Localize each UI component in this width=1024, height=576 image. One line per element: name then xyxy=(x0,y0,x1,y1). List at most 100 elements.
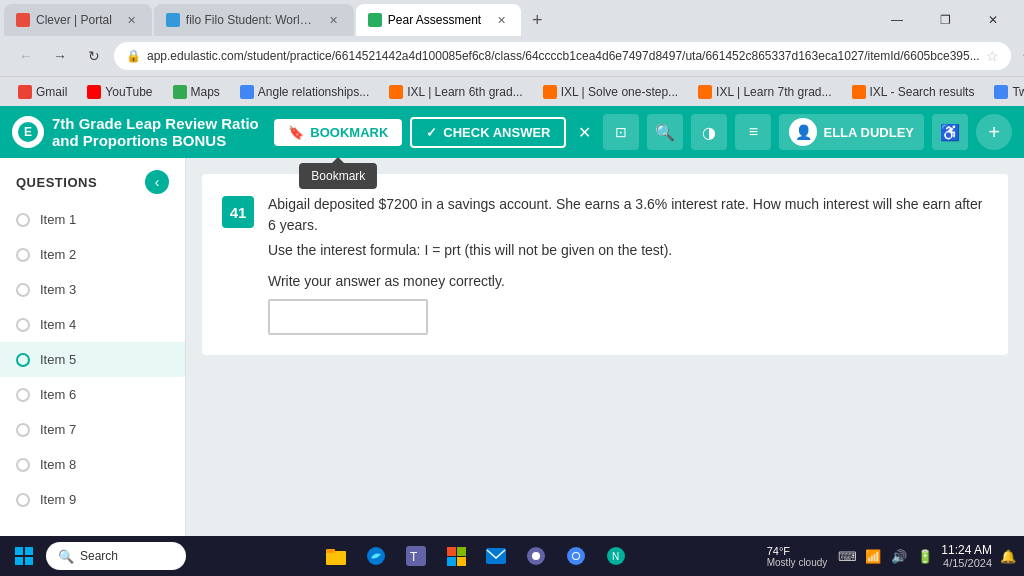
tab-clever[interactable]: Clever | Portal ✕ xyxy=(4,4,152,36)
question-formula-text: Use the interest formula: I = prt (this … xyxy=(268,240,988,261)
ixl4-favicon xyxy=(852,85,866,99)
clever-favicon xyxy=(16,13,30,27)
question-card: 41 Abigail deposited $7200 in a savings … xyxy=(202,174,1008,355)
bookmark-gmail[interactable]: Gmail xyxy=(12,83,73,101)
menu-icon-btn[interactable]: ≡ xyxy=(735,114,771,150)
svg-rect-13 xyxy=(486,548,506,564)
taskbar-app-edge[interactable] xyxy=(358,538,394,574)
sidebar-item-2[interactable]: Item 2 xyxy=(0,237,185,272)
url-bar[interactable]: 🔒 app.edulastic.com/student/practice/661… xyxy=(114,42,1011,70)
bookmark-two-step[interactable]: Two-step equations... xyxy=(988,83,1024,101)
sidebar-item-9-label: Item 9 xyxy=(40,492,76,507)
tab-clever-label: Clever | Portal xyxy=(36,13,112,27)
new-tab-button[interactable]: + xyxy=(523,6,551,34)
sidebar-item-6[interactable]: Item 6 xyxy=(0,377,185,412)
filo-favicon xyxy=(166,13,180,27)
bookmark-star-icon[interactable]: ☆ xyxy=(986,48,999,64)
tab-filo[interactable]: filo Filo Student: World's Only Live... … xyxy=(154,4,354,36)
sidebar-toggle-button[interactable]: ‹ xyxy=(145,170,169,194)
sidebar-item-7-label: Item 7 xyxy=(40,422,76,437)
sidebar-item-1-label: Item 1 xyxy=(40,212,76,227)
taskbar-app-mail[interactable] xyxy=(478,538,514,574)
expand-icon-btn[interactable]: ⊡ xyxy=(603,114,639,150)
taskbar-app-unknown[interactable]: N xyxy=(598,538,634,574)
radio-item-6 xyxy=(16,388,30,402)
sidebar-item-9[interactable]: Item 9 xyxy=(0,482,185,517)
accessibility-icon-btn[interactable]: ♿ xyxy=(932,114,968,150)
tray-time: 11:24 AM xyxy=(941,543,992,557)
ixl2-favicon xyxy=(543,85,557,99)
taskbar-app-cortana[interactable] xyxy=(518,538,554,574)
tab-pear[interactable]: Pear Assessment ✕ xyxy=(356,4,521,36)
ixl2-label: IXL | Solve one-step... xyxy=(561,85,678,99)
sidebar-item-4[interactable]: Item 4 xyxy=(0,307,185,342)
sidebar-item-1[interactable]: Item 1 xyxy=(0,202,185,237)
bookmark-ixl1[interactable]: IXL | Learn 6th grad... xyxy=(383,83,528,101)
ixl1-favicon xyxy=(389,85,403,99)
tray-sound-icon[interactable]: 🔊 xyxy=(889,546,909,566)
taskbar-app-file-explorer[interactable] xyxy=(318,538,354,574)
close-button[interactable]: ✕ xyxy=(970,4,1016,36)
user-area[interactable]: 👤 ELLA DUDLEY xyxy=(779,114,924,150)
bookmarks-bar: Gmail YouTube Maps Angle relationships..… xyxy=(0,76,1024,106)
contrast-icon-btn[interactable]: ◑ xyxy=(691,114,727,150)
taskbar-app-chrome[interactable] xyxy=(558,538,594,574)
sidebar-item-8[interactable]: Item 8 xyxy=(0,447,185,482)
svg-rect-3 xyxy=(25,557,33,565)
twostep-favicon xyxy=(994,85,1008,99)
taskbar-tray: 74°F Mostly cloudy ⌨ 📶 🔊 🔋 11:24 AM 4/15… xyxy=(767,543,1018,569)
sidebar-item-3[interactable]: Item 3 xyxy=(0,272,185,307)
bookmark-button[interactable]: 🔖 BOOKMARK xyxy=(274,119,402,146)
radio-item-2 xyxy=(16,248,30,262)
bookmark-icon: 🔖 xyxy=(288,125,304,140)
browser-chrome: Clever | Portal ✕ filo Filo Student: Wor… xyxy=(0,0,1024,106)
bookmark-ixl4[interactable]: IXL - Search results xyxy=(846,83,981,101)
check-answer-button[interactable]: ✓ CHECK ANSWER xyxy=(410,117,566,148)
angle-favicon xyxy=(240,85,254,99)
tray-clock[interactable]: 11:24 AM 4/15/2024 xyxy=(941,543,992,569)
tray-network-icon[interactable]: 📶 xyxy=(863,546,883,566)
bookmark-maps[interactable]: Maps xyxy=(167,83,226,101)
weather-desc: Mostly cloudy xyxy=(767,557,828,568)
plus-button[interactable]: + xyxy=(976,114,1012,150)
tray-notification-icon[interactable]: 🔔 xyxy=(998,546,1018,566)
refresh-button[interactable]: ↻ xyxy=(80,42,108,70)
svg-text:N: N xyxy=(612,551,619,562)
search-icon-btn[interactable]: 🔍 xyxy=(647,114,683,150)
user-avatar: 👤 xyxy=(789,118,817,146)
start-button[interactable] xyxy=(6,538,42,574)
radio-item-5 xyxy=(16,353,30,367)
tray-keyboard-icon[interactable]: ⌨ xyxy=(837,546,857,566)
question-main-text: Abigail deposited $7200 in a savings acc… xyxy=(268,194,988,236)
app-logo-inner: E xyxy=(18,122,38,142)
back-button[interactable]: ← xyxy=(12,42,40,70)
url-text: app.edulastic.com/student/practice/66145… xyxy=(147,49,980,63)
bookmark-angle[interactable]: Angle relationships... xyxy=(234,83,375,101)
maximize-button[interactable]: ❐ xyxy=(922,4,968,36)
taskbar-search[interactable]: 🔍 Search xyxy=(46,542,186,570)
tab-filo-close[interactable]: ✕ xyxy=(326,12,342,28)
tab-pear-close[interactable]: ✕ xyxy=(493,12,509,28)
radio-item-8 xyxy=(16,458,30,472)
forward-button[interactable]: → xyxy=(46,42,74,70)
youtube-label: YouTube xyxy=(105,85,152,99)
extensions-button[interactable]: 🧩 xyxy=(1017,42,1024,70)
svg-text:T: T xyxy=(410,550,418,564)
taskbar-app-store[interactable] xyxy=(438,538,474,574)
svg-rect-4 xyxy=(326,551,346,565)
sidebar-item-7[interactable]: Item 7 xyxy=(0,412,185,447)
sidebar-item-5[interactable]: Item 5 xyxy=(0,342,185,377)
tray-battery-icon[interactable]: 🔋 xyxy=(915,546,935,566)
radio-item-7 xyxy=(16,423,30,437)
close-x-button[interactable]: ✕ xyxy=(574,119,595,146)
tab-clever-close[interactable]: ✕ xyxy=(124,12,140,28)
answer-input[interactable] xyxy=(268,299,428,335)
bookmark-youtube[interactable]: YouTube xyxy=(81,83,158,101)
taskbar-app-teams[interactable]: T xyxy=(398,538,434,574)
minimize-button[interactable]: — xyxy=(874,4,920,36)
bookmark-ixl3[interactable]: IXL | Learn 7th grad... xyxy=(692,83,837,101)
svg-rect-5 xyxy=(326,549,335,553)
bookmark-tooltip: Bookmark xyxy=(299,163,377,189)
bookmark-ixl2[interactable]: IXL | Solve one-step... xyxy=(537,83,684,101)
taskbar-apps: T N xyxy=(190,538,763,574)
